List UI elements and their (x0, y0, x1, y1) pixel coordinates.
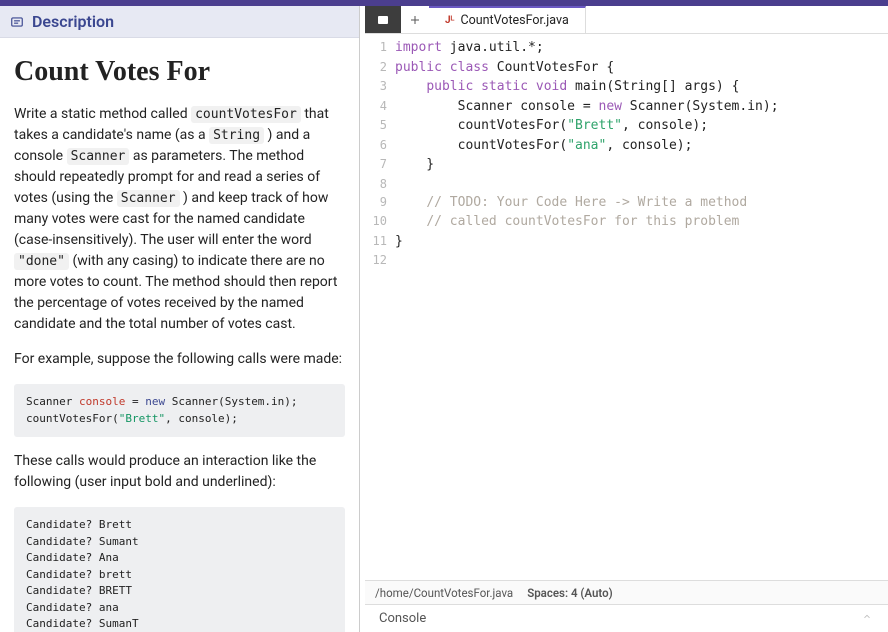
code-countvotesfor: countVotesFor (191, 106, 301, 123)
tab-countvotesfor[interactable]: Jᴸ CountVotesFor.java (429, 6, 586, 33)
status-filepath: /home/CountVotesFor.java (375, 586, 513, 600)
problem-paragraph-1: Write a static method called countVotesF… (14, 104, 345, 335)
description-content: Count Votes For Write a static method ca… (0, 38, 359, 632)
console-panel-header[interactable]: Console (365, 604, 888, 632)
status-indent[interactable]: Spaces: 4 (Auto) (527, 586, 612, 600)
problem-paragraph-3: These calls would produce an interaction… (14, 451, 345, 493)
description-icon (10, 15, 24, 29)
problem-title: Count Votes For (14, 56, 345, 88)
code-scanner-2: Scanner (117, 190, 180, 207)
left-panel-title: Description (32, 12, 114, 31)
editor-tabbar: Jᴸ CountVotesFor.java (365, 6, 888, 34)
right-panel: Jᴸ CountVotesFor.java 1import java.util.… (365, 6, 888, 632)
editor-status-bar: /home/CountVotesFor.java Spaces: 4 (Auto… (365, 580, 888, 604)
left-panel: Description Count Votes For Write a stat… (0, 6, 360, 632)
console-collapse-icon[interactable] (860, 611, 874, 626)
code-done: "done" (14, 253, 69, 270)
example-code-1: Scanner console = new Scanner(System.in)… (14, 384, 345, 437)
new-tab-button[interactable] (401, 6, 429, 33)
problem-paragraph-2: For example, suppose the following calls… (14, 349, 345, 370)
code-scanner: Scanner (67, 148, 130, 165)
java-file-icon: Jᴸ (445, 15, 454, 26)
terminal-icon[interactable] (365, 6, 401, 33)
example-output: Candidate? Brett Candidate? Sumant Candi… (14, 507, 345, 632)
code-editor[interactable]: 1import java.util.*; 2public class Count… (365, 34, 888, 580)
left-panel-header: Description (0, 6, 359, 38)
tab-filename: CountVotesFor.java (460, 13, 568, 28)
console-title: Console (379, 611, 426, 626)
code-string: String (209, 127, 264, 144)
